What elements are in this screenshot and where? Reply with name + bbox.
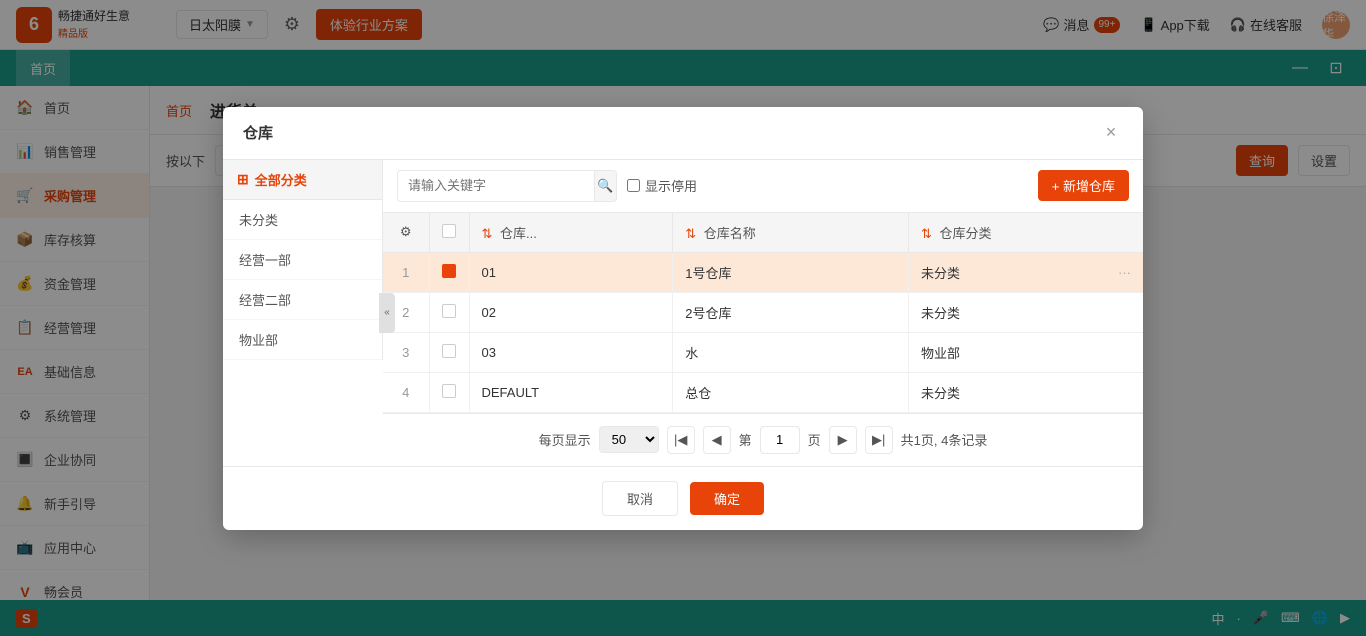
table-settings-header: ⚙ bbox=[383, 213, 429, 253]
row-category: 物业部 bbox=[909, 333, 1143, 372]
row-checkbox[interactable] bbox=[442, 344, 456, 358]
sort-icon-name: ⇅ bbox=[685, 226, 696, 241]
row-checkbox[interactable] bbox=[442, 304, 456, 318]
page-number-input[interactable] bbox=[760, 426, 800, 454]
prev-page-button[interactable]: ◀ bbox=[703, 426, 731, 454]
next-page-button[interactable]: ▶ bbox=[829, 426, 857, 454]
row-num: 4 bbox=[383, 372, 429, 412]
pagination: 每页显示 50 100 |◀ ◀ 第 页 ▶ ▶| 共1页, 4条记录 bbox=[383, 413, 1143, 466]
category-panel: ⊞ 全部分类 未分类 经营一部 经营二部 物业部 bbox=[223, 160, 383, 360]
collapse-panel-button[interactable]: « bbox=[379, 293, 395, 333]
confirm-button[interactable]: 确定 bbox=[690, 482, 764, 515]
table-row[interactable]: 3 03 水 物业部 bbox=[383, 332, 1143, 372]
row-name: 1号仓库 bbox=[673, 252, 909, 292]
search-input[interactable] bbox=[398, 173, 594, 198]
sort-icon-category: ⇅ bbox=[921, 226, 932, 241]
row-name: 总仓 bbox=[673, 372, 909, 412]
row-checkbox-cell[interactable] bbox=[429, 252, 469, 292]
row-name: 水 bbox=[673, 332, 909, 372]
table-row[interactable]: 4 DEFAULT 总仓 未分类 bbox=[383, 372, 1143, 412]
warehouse-modal: 仓库 × ⊞ 全部分类 未分类 经营一部 bbox=[223, 107, 1143, 530]
grid-icon: ⊞ bbox=[237, 171, 249, 188]
modal-close-button[interactable]: × bbox=[1099, 121, 1123, 145]
select-all-checkbox[interactable] bbox=[442, 224, 456, 238]
total-info: 共1页, 4条记录 bbox=[901, 430, 988, 449]
modal-title: 仓库 bbox=[243, 122, 273, 143]
row-code: 03 bbox=[469, 332, 673, 372]
all-categories-item[interactable]: ⊞ 全部分类 bbox=[223, 160, 382, 200]
content-panel: 🔍 显示停用 + 新增仓库 ⚙ bbox=[383, 160, 1143, 466]
page-label: 第 bbox=[739, 430, 752, 449]
show-disabled-label[interactable]: 显示停用 bbox=[627, 176, 697, 195]
add-warehouse-button[interactable]: + 新增仓库 bbox=[1038, 170, 1129, 201]
warehouse-table: ⚙ ⇅ 仓库... ⇅ 仓库名称 bbox=[383, 213, 1143, 413]
row-category: 未分类 bbox=[909, 373, 1143, 412]
search-box: 🔍 bbox=[397, 170, 617, 202]
category-item-unclassified[interactable]: 未分类 bbox=[223, 200, 382, 240]
sort-icon-code: ⇅ bbox=[482, 226, 493, 241]
search-button[interactable]: 🔍 bbox=[594, 171, 616, 201]
per-page-select[interactable]: 50 100 bbox=[599, 426, 659, 453]
show-disabled-checkbox[interactable] bbox=[627, 179, 640, 192]
row-code: 01 bbox=[469, 252, 673, 292]
page-unit: 页 bbox=[808, 430, 821, 449]
table-header-category[interactable]: ⇅ 仓库分类 bbox=[908, 213, 1143, 253]
row-checkbox[interactable] bbox=[442, 384, 456, 398]
row-checkbox[interactable] bbox=[442, 264, 456, 278]
row-category: 未分类··· bbox=[909, 253, 1143, 292]
row-num: 3 bbox=[383, 332, 429, 372]
table-checkbox-header[interactable] bbox=[429, 213, 469, 253]
table-header-name[interactable]: ⇅ 仓库名称 bbox=[673, 213, 909, 253]
row-code: DEFAULT bbox=[469, 372, 673, 412]
row-name: 2号仓库 bbox=[673, 292, 909, 332]
table-header-code[interactable]: ⇅ 仓库... bbox=[469, 213, 673, 253]
category-item-ops2[interactable]: 经营二部 bbox=[223, 280, 382, 320]
row-more-button[interactable]: ··· bbox=[1118, 265, 1131, 280]
row-checkbox-cell[interactable] bbox=[429, 292, 469, 332]
row-num: 1 bbox=[383, 252, 429, 292]
cancel-button[interactable]: 取消 bbox=[602, 481, 678, 516]
category-item-ops1[interactable]: 经营一部 bbox=[223, 240, 382, 280]
per-page-label: 每页显示 bbox=[539, 430, 591, 449]
table-row[interactable]: 1 01 1号仓库 未分类··· bbox=[383, 252, 1143, 292]
category-item-property[interactable]: 物业部 bbox=[223, 320, 382, 360]
row-checkbox-cell[interactable] bbox=[429, 372, 469, 412]
all-categories-label: 全部分类 bbox=[255, 170, 307, 189]
row-code: 02 bbox=[469, 292, 673, 332]
modal-overlay: 仓库 × ⊞ 全部分类 未分类 经营一部 bbox=[0, 0, 1366, 636]
row-category: 未分类 bbox=[909, 293, 1143, 332]
row-checkbox-cell[interactable] bbox=[429, 332, 469, 372]
last-page-button[interactable]: ▶| bbox=[865, 426, 893, 454]
table-row[interactable]: 2 02 2号仓库 未分类 bbox=[383, 292, 1143, 332]
first-page-button[interactable]: |◀ bbox=[667, 426, 695, 454]
